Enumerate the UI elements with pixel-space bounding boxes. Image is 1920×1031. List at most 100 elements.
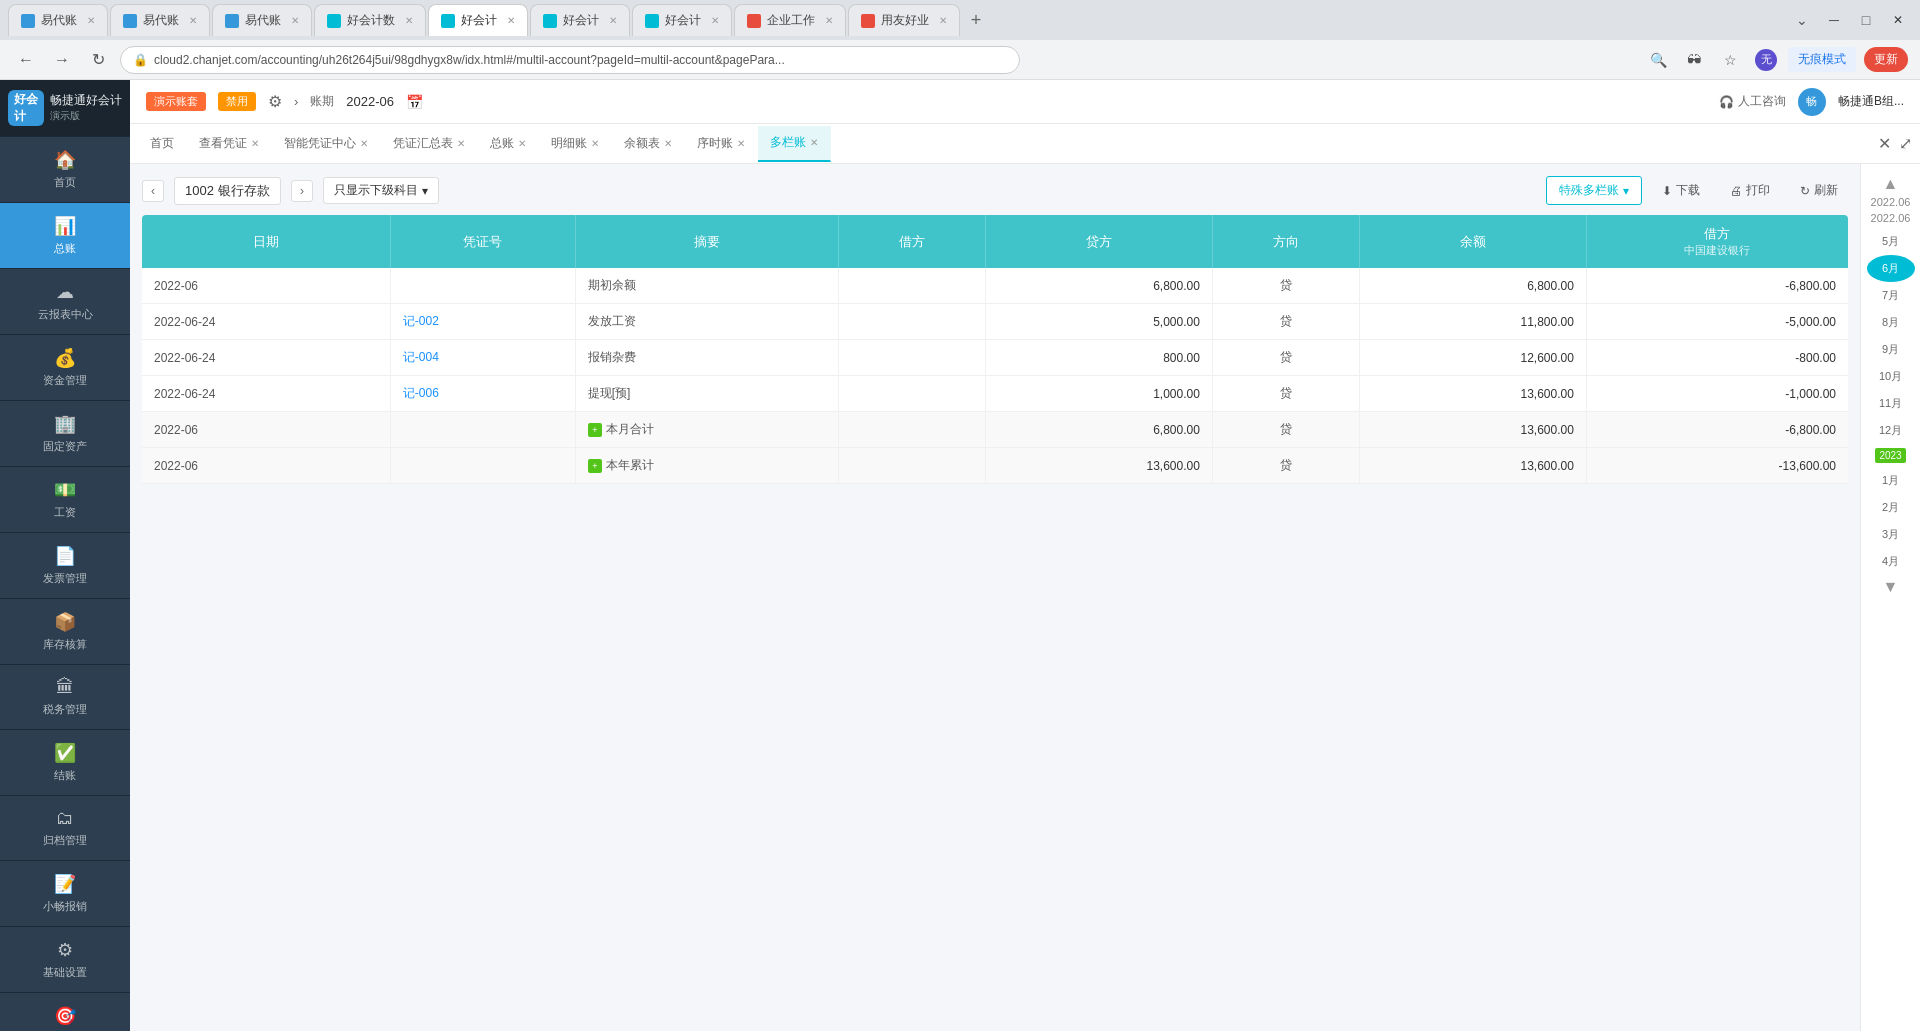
tab-balance[interactable]: 余额表 ✕ <box>612 126 685 162</box>
maximize-button[interactable]: □ <box>1852 6 1880 34</box>
profile-icon[interactable]: 无 <box>1752 46 1780 74</box>
sidebar-item-inventory[interactable]: 📦 库存核算 <box>0 599 130 665</box>
date-month-jan[interactable]: 1月 <box>1867 467 1915 494</box>
sidebar-item-home[interactable]: 🏠 首页 <box>0 137 130 203</box>
tab-icon-1 <box>21 14 35 28</box>
date-nav-down[interactable]: ▼ <box>1879 575 1903 599</box>
sidebar-item-assets[interactable]: 🏢 固定资产 <box>0 401 130 467</box>
tab-close-5[interactable]: ✕ <box>507 15 515 26</box>
tab-close-9[interactable]: ✕ <box>939 15 947 26</box>
date-month-oct[interactable]: 10月 <box>1867 363 1915 390</box>
date-month-july[interactable]: 7月 <box>1867 282 1915 309</box>
tab-enterprise[interactable]: 企业工作 ✕ <box>734 4 846 36</box>
date-month-may[interactable]: 5月 <box>1867 228 1915 255</box>
tab-detail-ledger-close[interactable]: ✕ <box>591 138 599 149</box>
filter-dropdown[interactable]: 只显示下级科目 ▾ <box>323 177 439 204</box>
period-arrow-icon[interactable]: › <box>294 94 298 109</box>
tab-close-4[interactable]: ✕ <box>405 15 413 26</box>
wuhen-mode-button[interactable]: 无痕模式 <box>1788 47 1856 72</box>
period-calendar-icon[interactable]: 📅 <box>406 94 423 110</box>
date-month-feb[interactable]: 2月 <box>1867 494 1915 521</box>
refresh-ledger-button[interactable]: ↻ 刷新 <box>1790 177 1848 204</box>
sidebar-item-guide[interactable]: 🎯 新手引导 <box>0 993 130 1031</box>
cell-voucher[interactable]: 记-006 <box>390 376 575 412</box>
date-month-apr[interactable]: 4月 <box>1867 548 1915 575</box>
consult-button[interactable]: 🎧 人工咨询 <box>1719 93 1786 110</box>
next-account-button[interactable]: › <box>291 180 313 202</box>
forward-button[interactable]: → <box>48 46 76 74</box>
tab-balance-close[interactable]: ✕ <box>664 138 672 149</box>
guide-icon: 🎯 <box>54 1005 76 1027</box>
refresh-button[interactable]: ↻ <box>84 46 112 74</box>
tab-smart-voucher[interactable]: 智能凭证中心 ✕ <box>272 126 381 162</box>
tab-view-voucher[interactable]: 查看凭证 ✕ <box>187 126 272 162</box>
tab-expand-icon[interactable]: ⤢ <box>1899 134 1912 153</box>
sidebar-item-expense[interactable]: 📝 小畅报销 <box>0 861 130 927</box>
tab-yidaizhang-3[interactable]: 易代账 ✕ <box>212 4 312 36</box>
tab-close-1[interactable]: ✕ <box>87 15 95 26</box>
cell-voucher[interactable]: 记-002 <box>390 304 575 340</box>
sidebar-item-archive[interactable]: 🗂 归档管理 <box>0 796 130 861</box>
date-month-dec[interactable]: 12月 <box>1867 417 1915 444</box>
tab-haokuaiji-4[interactable]: 好会计 ✕ <box>632 4 732 36</box>
print-button[interactable]: 🖨 打印 <box>1720 177 1780 204</box>
date-month-mar[interactable]: 3月 <box>1867 521 1915 548</box>
bookmark-icon[interactable]: ☆ <box>1716 46 1744 74</box>
tab-general-ledger-close[interactable]: ✕ <box>518 138 526 149</box>
sidebar-item-ledger[interactable]: 📊 总账 <box>0 203 130 269</box>
search-icon[interactable]: 🔍 <box>1644 46 1672 74</box>
tab-detail-ledger[interactable]: 明细账 ✕ <box>539 126 612 162</box>
account-selector[interactable]: 1002 银行存款 <box>174 177 281 205</box>
prev-account-button[interactable]: ‹ <box>142 180 164 202</box>
update-button[interactable]: 更新 <box>1864 47 1908 72</box>
special-column-button[interactable]: 特殊多栏账 ▾ <box>1546 176 1642 205</box>
date-month-aug[interactable]: 8月 <box>1867 309 1915 336</box>
tab-sequence-close[interactable]: ✕ <box>737 138 745 149</box>
sidebar-item-invoice[interactable]: 📄 发票管理 <box>0 533 130 599</box>
tab-yonyou[interactable]: 用友好业 ✕ <box>848 4 960 36</box>
user-avatar[interactable]: 畅 <box>1798 88 1826 116</box>
tab-voucher-summary-close[interactable]: ✕ <box>457 138 465 149</box>
download-button[interactable]: ⬇ 下载 <box>1652 177 1710 204</box>
tab-label-2: 易代账 <box>143 12 179 29</box>
date-nav-up[interactable]: ▲ <box>1879 172 1903 196</box>
cell-voucher[interactable]: 记-004 <box>390 340 575 376</box>
tab-close-8[interactable]: ✕ <box>825 15 833 26</box>
address-field[interactable]: 🔒 cloud2.chanjet.com/accounting/uh26t264… <box>120 46 1020 74</box>
date-month-sep[interactable]: 9月 <box>1867 336 1915 363</box>
settings-gear-icon[interactable]: ⚙ <box>268 92 282 111</box>
sidebar-item-cloud[interactable]: ☁ 云报表中心 <box>0 269 130 335</box>
tab-sequence[interactable]: 序时账 ✕ <box>685 126 758 162</box>
tab-close-7[interactable]: ✕ <box>711 15 719 26</box>
tab-multi-column-close[interactable]: ✕ <box>810 137 818 148</box>
tab-smart-voucher-close[interactable]: ✕ <box>360 138 368 149</box>
tab-voucher-summary[interactable]: 凭证汇总表 ✕ <box>381 126 478 162</box>
tab-yidaizhang-2[interactable]: 易代账 ✕ <box>110 4 210 36</box>
tab-haokuaiji-3[interactable]: 好会计 ✕ <box>530 4 630 36</box>
tab-close-2[interactable]: ✕ <box>189 15 197 26</box>
sidebar-item-close[interactable]: ✅ 结账 <box>0 730 130 796</box>
sidebar-item-settings[interactable]: ⚙ 基础设置 <box>0 927 130 993</box>
tab-close-all-icon[interactable]: ✕ <box>1878 134 1891 153</box>
tab-close-6[interactable]: ✕ <box>609 15 617 26</box>
new-tab-button[interactable]: + <box>962 6 990 34</box>
tab-home[interactable]: 首页 <box>138 126 187 162</box>
cell-credit: 5,000.00 <box>986 304 1213 340</box>
sidebar-item-payroll[interactable]: 💵 工资 <box>0 467 130 533</box>
minimize-button[interactable]: ─ <box>1820 6 1848 34</box>
tab-general-ledger[interactable]: 总账 ✕ <box>478 126 539 162</box>
tab-haokuaiji-2[interactable]: 好会计 ✕ <box>428 4 528 36</box>
date-month-nov[interactable]: 11月 <box>1867 390 1915 417</box>
tab-haokuaiji-1[interactable]: 好会计数 ✕ <box>314 4 426 36</box>
sidebar-item-tax[interactable]: 🏛 税务管理 <box>0 665 130 730</box>
tab-close-3[interactable]: ✕ <box>291 15 299 26</box>
date-month-june[interactable]: 6月 <box>1867 255 1915 282</box>
tab-list-button[interactable]: ⌄ <box>1788 6 1816 34</box>
tab-multi-column[interactable]: 多栏账 ✕ <box>758 126 831 162</box>
tab-yidaizhang-1[interactable]: 易代账 ✕ <box>8 4 108 36</box>
close-button[interactable]: ✕ <box>1884 6 1912 34</box>
back-button[interactable]: ← <box>12 46 40 74</box>
sidebar-item-funds[interactable]: 💰 资金管理 <box>0 335 130 401</box>
incognito-icon[interactable]: 🕶 <box>1680 46 1708 74</box>
tab-view-voucher-close[interactable]: ✕ <box>251 138 259 149</box>
